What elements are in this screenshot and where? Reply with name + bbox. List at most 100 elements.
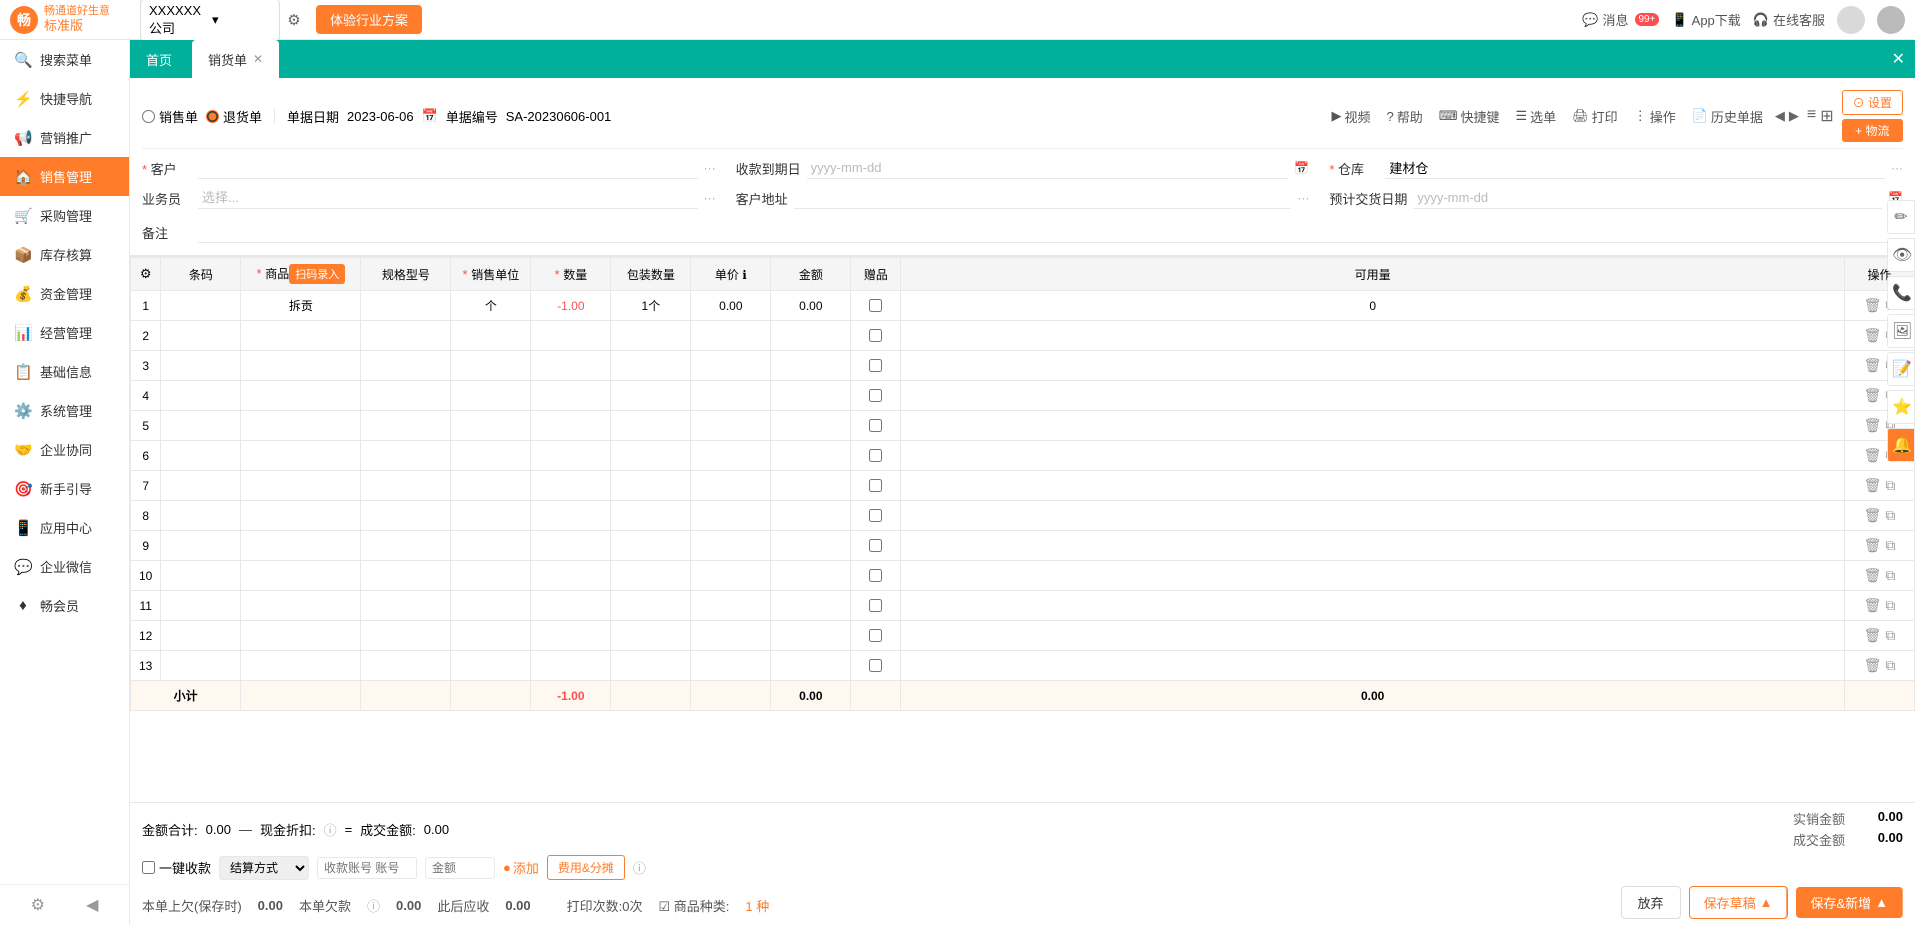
float-star-button[interactable]: ⭐ xyxy=(1887,390,1915,424)
customer-suffix-icon[interactable]: ··· xyxy=(704,161,716,175)
scan-button[interactable]: 扫码录入 xyxy=(289,264,345,284)
salesman-input[interactable] xyxy=(198,187,698,209)
warehouse-suffix-icon[interactable]: ··· xyxy=(1891,161,1903,175)
delete-row-2-button[interactable]: 🗑 xyxy=(1864,327,1882,344)
save-new-button[interactable]: 保存&新增 ▲ xyxy=(1796,887,1903,918)
fee-split-button[interactable]: 费用&分摊 xyxy=(547,855,625,880)
settings-gear-button[interactable]: ⚙ xyxy=(280,6,308,34)
video-btn[interactable]: ▶ 视频 xyxy=(1327,105,1374,128)
sidebar-item-operations[interactable]: 📊 经营管理 xyxy=(0,313,129,352)
settings-button[interactable]: ⊙ 设置 xyxy=(1842,90,1903,115)
sidebar-settings-btn[interactable]: ⚙ xyxy=(31,895,45,915)
customer-input[interactable] xyxy=(198,157,698,179)
message-button[interactable]: 💬 消息 99+ xyxy=(1582,10,1659,29)
float-note-button[interactable]: 📝 xyxy=(1887,352,1915,386)
sidebar-item-guide[interactable]: 🎯 新手引导 xyxy=(0,469,129,508)
delete-row-1-button[interactable]: 🗑 xyxy=(1864,297,1882,314)
address-suffix-icon[interactable]: ··· xyxy=(1297,191,1309,205)
warehouse-input[interactable] xyxy=(1385,157,1885,179)
payment-method-select[interactable]: 结算方式 xyxy=(219,856,309,880)
copy-row-9-button[interactable]: ⧉ xyxy=(1885,537,1895,554)
sidebar-item-finance[interactable]: 💰 资金管理 xyxy=(0,274,129,313)
cell-price-1[interactable]: 0.00 xyxy=(691,291,771,321)
logistics-button[interactable]: + 物流 xyxy=(1842,119,1903,142)
delete-row-3-button[interactable]: 🗑 xyxy=(1864,357,1882,374)
sidebar-item-wechat[interactable]: 💬 企业微信 xyxy=(0,547,129,586)
calendar-icon[interactable]: 📅 xyxy=(422,108,438,124)
add-payment-button[interactable]: ● 添加 xyxy=(503,858,539,877)
radio-sales-order[interactable]: 销售单 xyxy=(142,107,198,126)
cell-gift-1[interactable] xyxy=(851,291,901,321)
view-grid-icon[interactable]: ⊞ xyxy=(1820,106,1833,126)
amount-input[interactable] xyxy=(425,857,495,879)
sidebar-item-quick-nav[interactable]: ⚡ 快捷导航 xyxy=(0,79,129,118)
cell-barcode-1[interactable] xyxy=(161,291,241,321)
delete-row-5-button[interactable]: 🗑 xyxy=(1864,417,1882,434)
nav-next-icon[interactable]: ▶ xyxy=(1789,108,1799,124)
delete-row-4-button[interactable]: 🗑 xyxy=(1864,387,1882,404)
cell-quantity-1[interactable]: -1.00 xyxy=(531,291,611,321)
sidebar-item-sales[interactable]: 🏠 销售管理 xyxy=(0,157,129,196)
tab-sales-order[interactable]: 销货单 ✕ xyxy=(192,40,279,78)
account-input[interactable] xyxy=(317,857,417,879)
copy-row-7-button[interactable]: ⧉ xyxy=(1885,477,1895,494)
view-list-icon[interactable]: ≡ xyxy=(1807,106,1816,126)
float-phone-button[interactable]: 📞 xyxy=(1887,276,1915,310)
sidebar-item-purchase[interactable]: 🛒 采购管理 xyxy=(0,196,129,235)
tab-home[interactable]: 首页 xyxy=(130,40,188,78)
draft-caret-icon[interactable]: ▲ xyxy=(1760,895,1773,910)
trial-button[interactable]: 体验行业方案 xyxy=(316,5,422,34)
nav-prev-icon[interactable]: ◀ xyxy=(1775,108,1785,124)
tabs-close-all-button[interactable]: ✕ xyxy=(1892,49,1915,69)
copy-row-8-button[interactable]: ⧉ xyxy=(1885,507,1895,524)
cell-unit-1[interactable]: 个 xyxy=(451,291,531,321)
select-btn[interactable]: ☰ 选单 xyxy=(1511,105,1560,128)
cell-amount-1[interactable]: 0.00 xyxy=(771,291,851,321)
help-circle-icon[interactable]: ⓘ xyxy=(324,820,337,839)
sidebar-collapse-btn[interactable]: ◀ xyxy=(86,895,98,915)
float-edit-button[interactable]: ✏ xyxy=(1887,200,1915,234)
float-image-button[interactable]: 🖼 xyxy=(1887,314,1915,348)
save-caret-icon[interactable]: ▲ xyxy=(1875,895,1888,910)
avatar2[interactable] xyxy=(1877,6,1905,34)
copy-row-11-button[interactable]: ⧉ xyxy=(1885,597,1895,614)
col-settings-header[interactable]: ⚙ xyxy=(131,258,161,291)
copy-row-13-button[interactable]: ⧉ xyxy=(1885,657,1895,674)
salesman-suffix-icon[interactable]: ··· xyxy=(704,191,716,205)
delete-row-11-button[interactable]: 🗑 xyxy=(1864,597,1882,614)
abandon-button[interactable]: 放弃 xyxy=(1621,886,1681,919)
delete-row-8-button[interactable]: 🗑 xyxy=(1864,507,1882,524)
help-debt-icon[interactable]: ⓘ xyxy=(367,896,380,915)
online-service-button[interactable]: 🎧 在线客服 xyxy=(1753,10,1825,29)
sidebar-item-system[interactable]: ⚙️ 系统管理 xyxy=(0,391,129,430)
sidebar-item-enterprise[interactable]: 🤝 企业协同 xyxy=(0,430,129,469)
tab-close-icon[interactable]: ✕ xyxy=(253,52,263,66)
sidebar-item-marketing[interactable]: 📢 营销推广 xyxy=(0,118,129,157)
sidebar-item-inventory[interactable]: 📦 库存核算 xyxy=(0,235,129,274)
radio-return-order[interactable]: 退货单 xyxy=(206,107,262,126)
print-btn[interactable]: 🖨 打印 xyxy=(1568,105,1622,128)
history-btn[interactable]: 📄 历史单据 xyxy=(1688,105,1767,128)
sidebar-item-base[interactable]: 📋 基础信息 xyxy=(0,352,129,391)
note-input[interactable] xyxy=(198,221,1903,243)
avatar[interactable] xyxy=(1837,6,1865,34)
delete-row-10-button[interactable]: 🗑 xyxy=(1864,567,1882,584)
app-download-button[interactable]: 📱 App下载 xyxy=(1671,10,1740,29)
cell-product-2[interactable] xyxy=(241,321,361,351)
customer-address-input[interactable] xyxy=(794,187,1292,209)
cell-barcode-2[interactable] xyxy=(161,321,241,351)
sidebar-item-appstore[interactable]: 📱 应用中心 xyxy=(0,508,129,547)
help-btn[interactable]: ? 帮助 xyxy=(1382,105,1426,128)
copy-row-12-button[interactable]: ⧉ xyxy=(1885,627,1895,644)
delete-row-13-button[interactable]: 🗑 xyxy=(1864,657,1882,674)
save-draft-button[interactable]: 保存草稿 ▲ xyxy=(1690,887,1788,918)
cell-product-1[interactable]: 拆贡 xyxy=(241,291,361,321)
delete-row-7-button[interactable]: 🗑 xyxy=(1864,477,1882,494)
operate-btn[interactable]: ⋮ 操作 xyxy=(1630,105,1680,128)
cell-pack-qty-1[interactable]: 1个 xyxy=(611,291,691,321)
float-alert-button[interactable]: 🔔 xyxy=(1887,428,1915,462)
delete-row-9-button[interactable]: 🗑 xyxy=(1864,537,1882,554)
delete-row-12-button[interactable]: 🗑 xyxy=(1864,627,1882,644)
company-selector[interactable]: XXXXXX公司 ▾ xyxy=(140,0,280,41)
sidebar-item-member[interactable]: ♦ 畅会员 xyxy=(0,586,129,625)
